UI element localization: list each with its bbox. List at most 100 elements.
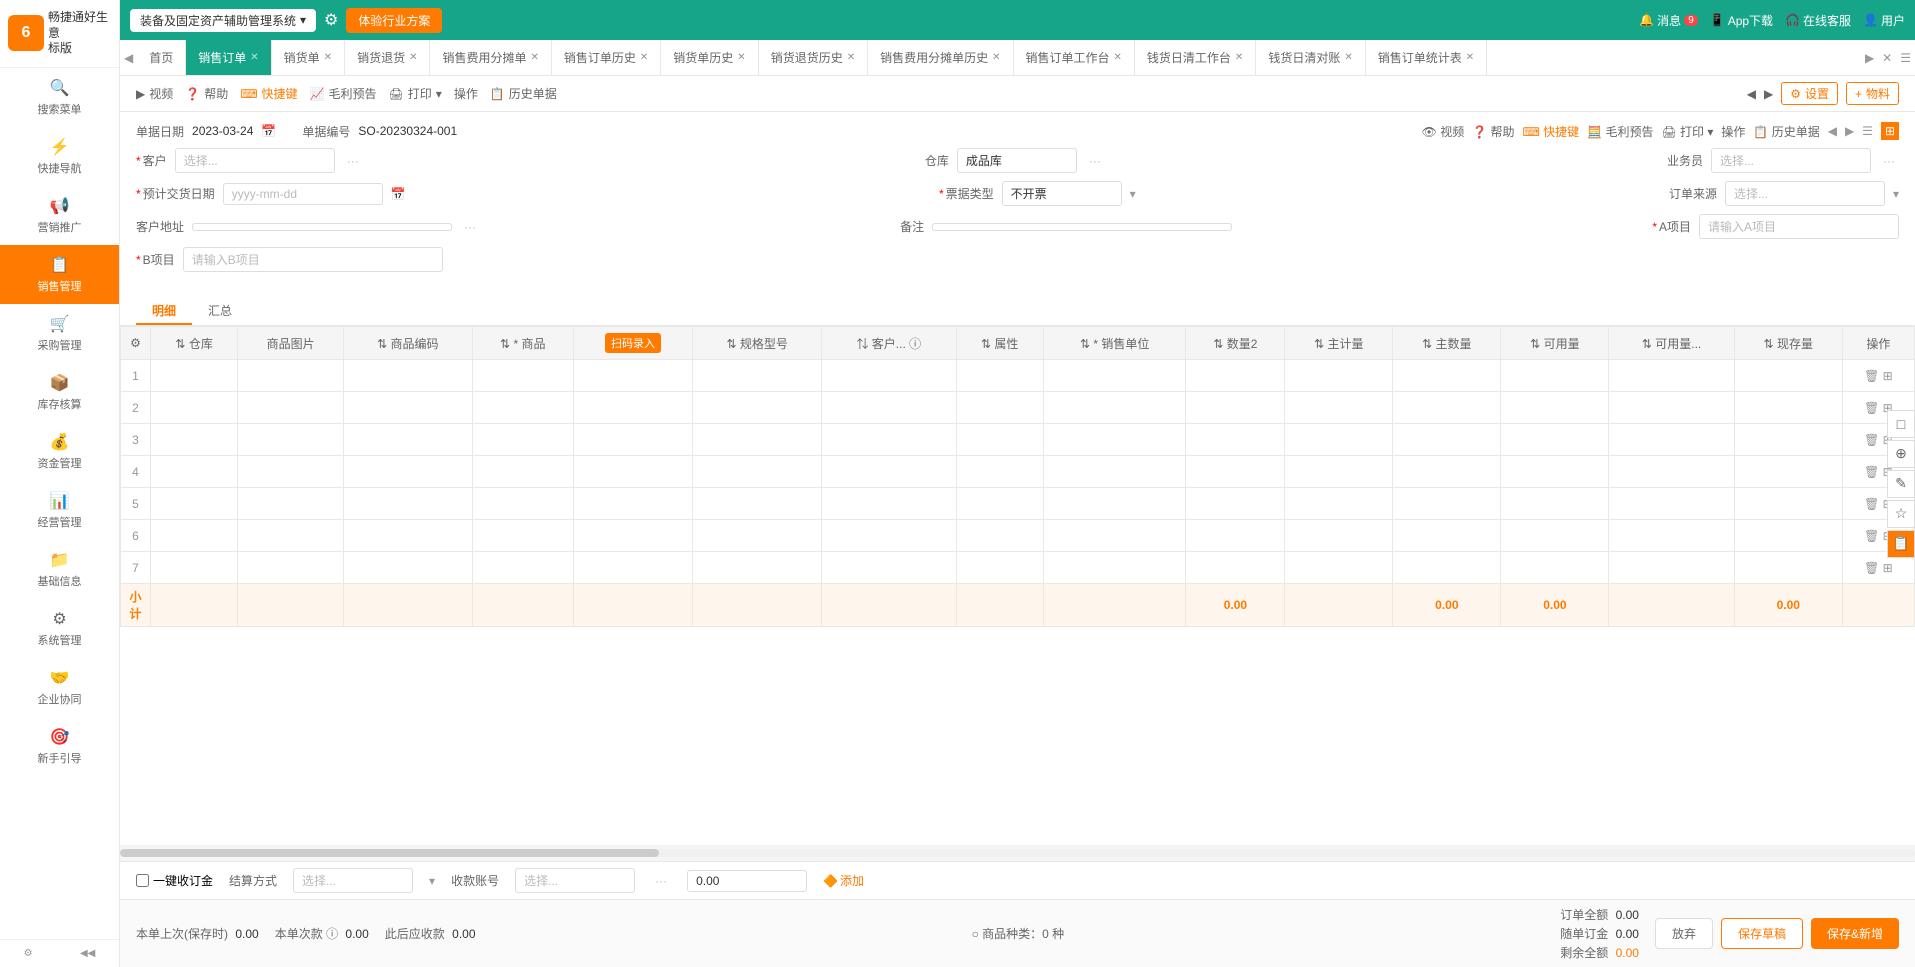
tab-销售订单统计表[interactable]: 销售订单统计表✕ <box>1366 40 1487 76</box>
inner-tab-汇总[interactable]: 汇总 <box>192 298 248 325</box>
tabs-next-btn[interactable]: ▶ <box>1861 51 1878 65</box>
col-settings[interactable]: ⚙ <box>121 327 151 360</box>
save-draft-btn[interactable]: 保存草稿 <box>1721 918 1803 949</box>
help-icon-2[interactable]: ❓ 帮助 <box>1472 123 1514 140</box>
sidebar-item-企业协同[interactable]: 🤝企业协同 <box>0 658 119 717</box>
tab-close-icon[interactable]: ✕ <box>250 52 258 63</box>
warehouse-input[interactable]: 成品库 <box>957 148 1077 173</box>
float-btn-4[interactable]: ☆ <box>1887 500 1915 528</box>
discard-btn[interactable]: 放弃 <box>1655 918 1713 949</box>
delete-icon[interactable]: 🗑 <box>1864 401 1879 415</box>
address-more-btn[interactable]: ··· <box>460 220 480 234</box>
delete-icon[interactable]: 🗑 <box>1864 497 1879 511</box>
col-scan[interactable]: 扫码录入 <box>573 327 692 360</box>
float-btn-3[interactable]: ✎ <box>1887 470 1915 498</box>
tabs-prev-btn[interactable]: ◀ <box>120 51 137 65</box>
user-btn[interactable]: 👤 用户 <box>1863 12 1905 29</box>
delivery-calendar-icon[interactable]: 📅 <box>391 187 406 201</box>
col-sort-stock[interactable]: ⇅ <box>1764 337 1774 351</box>
copy-icon[interactable]: ⊞ <box>1883 561 1893 575</box>
tab-钱货日清工作台[interactable]: 钱货日清工作台✕ <box>1135 40 1256 76</box>
sidebar-item-经营管理[interactable]: 📊经营管理 <box>0 481 119 540</box>
invoice-select[interactable]: 不开票 <box>1002 181 1122 206</box>
col-sort-unit[interactable]: ⇅ <box>1080 337 1090 351</box>
one-click-checkbox[interactable] <box>136 874 149 887</box>
tab-销货单[interactable]: 销货单✕ <box>272 40 345 76</box>
tab-close-icon[interactable]: ✕ <box>324 52 332 63</box>
account-more-btn[interactable]: ··· <box>651 874 671 888</box>
delete-icon[interactable]: 🗑 <box>1864 433 1879 447</box>
operation-icon[interactable]: 操作 <box>1721 123 1745 140</box>
sidebar-item-搜索菜单[interactable]: 🔍搜索菜单 <box>0 68 119 127</box>
order-source-input[interactable]: 选择... <box>1725 181 1885 206</box>
delete-icon[interactable]: 🗑 <box>1864 465 1879 479</box>
float-btn-1[interactable]: □ <box>1887 410 1915 438</box>
tab-销售订单历史[interactable]: 销售订单历史✕ <box>552 40 661 76</box>
online-service-btn[interactable]: 🎧 在线客服 <box>1785 12 1851 29</box>
delivery-input[interactable]: yyyy-mm-dd <box>223 183 383 205</box>
settings-bottom-btn[interactable]: ⚙ <box>24 948 33 959</box>
print-icon-2[interactable]: 🖨 打印 ▾ <box>1661 123 1713 140</box>
list-icon[interactable]: ☰ <box>1862 124 1873 138</box>
delete-icon[interactable]: 🗑 <box>1864 369 1879 383</box>
collapse-btn[interactable]: ◀◀ <box>80 948 95 959</box>
sidebar-item-资金管理[interactable]: 💰资金管理 <box>0 422 119 481</box>
add-btn[interactable]: 🔶 添加 <box>823 872 864 889</box>
tab-close-icon[interactable]: ✕ <box>847 52 855 63</box>
tab-销售订单[interactable]: 销售订单✕ <box>186 40 271 76</box>
tab-close-icon[interactable]: ✕ <box>1344 52 1352 63</box>
tab-钱货日清对账[interactable]: 钱货日清对账✕ <box>1256 40 1365 76</box>
tab-close-icon[interactable]: ✕ <box>1466 52 1474 63</box>
tab-close-icon[interactable]: ✕ <box>992 52 1000 63</box>
tab-close-icon[interactable]: ✕ <box>737 52 745 63</box>
tab-销售订单工作台[interactable]: 销售订单工作台✕ <box>1014 40 1135 76</box>
customer-more-btn[interactable]: ··· <box>343 154 363 168</box>
settings-btn[interactable]: ⚙ 设置 <box>1781 82 1838 105</box>
shortcut-icon[interactable]: ⌨ 快捷键 <box>1523 123 1580 140</box>
customer-input[interactable]: 选择... <box>175 148 335 173</box>
sidebar-item-采购管理[interactable]: 🛒采购管理 <box>0 304 119 363</box>
col-sort-available[interactable]: ⇅ <box>1530 337 1540 351</box>
nav-left-icon[interactable]: ◀ <box>1828 124 1837 138</box>
operation-btn[interactable]: 操作 <box>454 85 478 102</box>
invoice-chevron[interactable]: ▾ <box>1130 187 1136 201</box>
sidebar-item-系统管理[interactable]: ⚙系统管理 <box>0 599 119 658</box>
tab-close-icon[interactable]: ✕ <box>530 52 538 63</box>
sidebar-item-销售管理[interactable]: 📋销售管理 <box>0 245 119 304</box>
col-sort-qty2[interactable]: ⇅ <box>1213 337 1223 351</box>
sidebar-item-新手引导[interactable]: 🎯新手引导 <box>0 717 119 776</box>
payment-input[interactable]: 选择... <box>293 868 413 893</box>
save-new-btn[interactable]: 保存&新增 <box>1811 918 1899 949</box>
col-sort-attr[interactable]: ⇅ <box>981 337 991 351</box>
tab-首页[interactable]: 首页 <box>137 40 186 76</box>
copy-icon[interactable]: ⊞ <box>1883 369 1893 383</box>
message-btn[interactable]: 🔔 消息 9 <box>1639 12 1698 29</box>
col-sort-product[interactable]: ⇅ <box>500 337 510 351</box>
tab-销货退货[interactable]: 销货退货✕ <box>345 40 430 76</box>
warehouse-more-btn[interactable]: ··· <box>1085 154 1105 168</box>
history-icon-2[interactable]: 📋 历史单据 <box>1753 123 1819 140</box>
order-source-chevron[interactable]: ▾ <box>1893 187 1899 201</box>
prev-page-btn[interactable]: ◀ <box>1747 82 1756 105</box>
view-icon[interactable]: 👁 视频 <box>1422 123 1465 140</box>
industry-btn[interactable]: 体验行业方案 <box>346 8 442 33</box>
tab-close-icon[interactable]: ✕ <box>1235 52 1243 63</box>
col-sort-code[interactable]: ⇅ <box>377 337 387 351</box>
scan-btn[interactable]: 扫码录入 <box>605 333 661 353</box>
delete-icon[interactable]: 🗑 <box>1864 529 1879 543</box>
col-sort-available2[interactable]: ⇅ <box>1642 337 1652 351</box>
grid-icon[interactable]: ⊞ <box>1881 122 1899 140</box>
b-project-input[interactable]: 请输入B项目 <box>183 247 443 272</box>
print-btn[interactable]: 🖨 打印 ▾ <box>389 85 442 102</box>
tab-销货退货历史[interactable]: 销货退货历史✕ <box>759 40 868 76</box>
account-input[interactable]: 选择... <box>515 868 635 893</box>
table-wrapper[interactable]: ⚙⇅ 仓库商品图片⇅ 商品编码⇅ * 商品扫码录入⇅ 规格型号⇅ 客户... ⓘ… <box>120 326 1915 845</box>
view-btn[interactable]: ▶ 视频 <box>136 85 173 102</box>
tabs-close-all-btn[interactable]: ✕ <box>1878 51 1896 65</box>
history-btn[interactable]: 📋 历史单据 <box>490 85 557 102</box>
tab-销售费用分摊单历史[interactable]: 销售费用分摊单历史✕ <box>868 40 1013 76</box>
system-selector[interactable]: 装备及固定资产辅助管理系统 ▾ <box>130 9 316 32</box>
col-settings-icon[interactable]: ⚙ <box>130 336 141 350</box>
inner-tab-明细[interactable]: 明细 <box>136 298 192 325</box>
staff-input[interactable]: 选择... <box>1711 148 1871 173</box>
